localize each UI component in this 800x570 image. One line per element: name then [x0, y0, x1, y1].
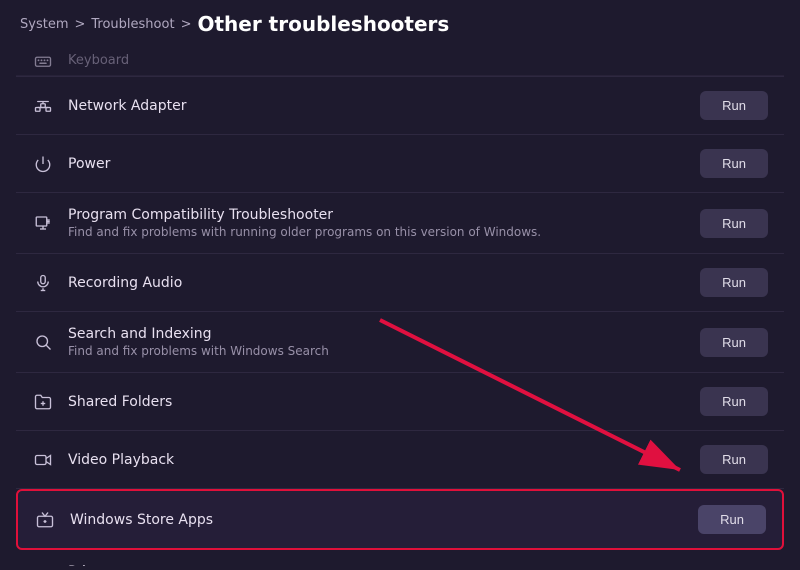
list-item-network-adapter: Network Adapter Run — [16, 76, 784, 135]
windows-store-apps-title: Windows Store Apps — [70, 512, 213, 528]
folder-icon — [32, 391, 54, 413]
header: System > Troubleshoot > Other troublesho… — [0, 0, 800, 46]
breadcrumb-troubleshoot[interactable]: Troubleshoot — [91, 17, 174, 32]
program-compat-desc: Find and fix problems with running older… — [68, 225, 541, 239]
list-item-shared-folders: Shared Folders Run — [16, 373, 784, 431]
search-indexing-desc: Find and fix problems with Windows Searc… — [68, 344, 329, 358]
windows-store-apps-run-button[interactable]: Run — [698, 505, 766, 534]
list-item-windows-store-apps: Windows Store Apps Run — [16, 489, 784, 550]
network-icon — [32, 95, 54, 117]
list-item-program-compat: Program Compatibility Troubleshooter Fin… — [16, 193, 784, 254]
program-compat-title: Program Compatibility Troubleshooter — [68, 207, 541, 223]
search-icon — [32, 331, 54, 353]
search-indexing-title: Search and Indexing — [68, 326, 329, 342]
list-item-video-playback: Video Playback Run — [16, 431, 784, 489]
breadcrumb-sep1: > — [74, 17, 85, 32]
network-adapter-run-button[interactable]: Run — [700, 91, 768, 120]
list-item-search-indexing: Search and Indexing Find and fix problem… — [16, 312, 784, 373]
video-icon — [32, 449, 54, 471]
video-playback-title: Video Playback — [68, 452, 174, 468]
shared-folders-run-button[interactable]: Run — [700, 387, 768, 416]
list-item-power: Power Run — [16, 135, 784, 193]
list-item-keyboard-partial: Keyboard — [16, 46, 784, 76]
breadcrumb-sep2: > — [181, 17, 192, 32]
keyboard-icon — [32, 50, 54, 72]
power-run-button[interactable]: Run — [700, 149, 768, 178]
video-playback-run-button[interactable]: Run — [700, 445, 768, 474]
breadcrumb-system[interactable]: System — [20, 17, 68, 32]
recording-audio-run-button[interactable]: Run — [700, 268, 768, 297]
shared-folders-title: Shared Folders — [68, 394, 172, 410]
keyboard-title: Keyboard — [68, 53, 129, 68]
content-area: Keyboard Network Adapter Run — [0, 46, 800, 566]
privacy-title: Privacy resources — [68, 564, 297, 566]
store-icon — [34, 509, 56, 531]
power-icon — [32, 153, 54, 175]
breadcrumb-current: Other troubleshooters — [197, 12, 449, 36]
network-adapter-title: Network Adapter — [68, 98, 186, 114]
recording-audio-title: Recording Audio — [68, 275, 182, 291]
mic-icon — [32, 272, 54, 294]
power-title: Power — [68, 156, 110, 172]
list-item-privacy: Privacy resources About these settings a… — [16, 550, 784, 566]
program-compat-run-button[interactable]: Run — [700, 209, 768, 238]
search-indexing-run-button[interactable]: Run — [700, 328, 768, 357]
compat-icon — [32, 212, 54, 234]
list-item-recording-audio: Recording Audio Run — [16, 254, 784, 312]
